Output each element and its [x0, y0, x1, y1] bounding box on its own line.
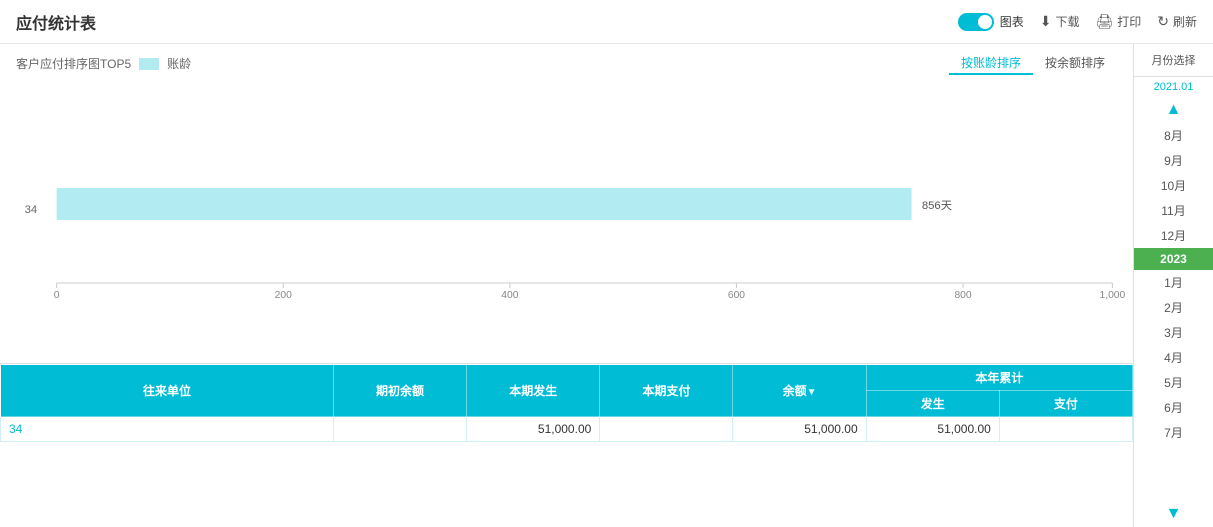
month-item-5[interactable]: 5月 [1134, 370, 1213, 395]
col-ytd-group: 本年累计 [866, 365, 1132, 391]
print-label: 打印 [1117, 13, 1141, 30]
sidebar-current-date: 2021.01 [1134, 77, 1213, 97]
chart-toggle-wrap[interactable]: 图表 [958, 13, 1024, 31]
svg-text:856天: 856天 [922, 200, 952, 212]
current-occurrence-cell: 51,000.00 [467, 417, 600, 442]
sidebar-header-label: 月份选择 [1134, 44, 1213, 77]
col-unit: 往来单位 [1, 365, 334, 417]
month-item-3[interactable]: 3月 [1134, 320, 1213, 345]
refresh-icon: ↻ [1157, 13, 1169, 30]
svg-text:34: 34 [25, 204, 38, 216]
unit-link[interactable]: 34 [9, 422, 22, 436]
month-item-7[interactable]: 7月 [1134, 420, 1213, 445]
ytd-occurrence-cell: 51,000.00 [866, 417, 999, 442]
sidebar-month-list: 8月 9月 10月 11月 12月 2023 1月 2月 3月 4月 5月 6月… [1134, 123, 1213, 501]
col-current-payment: 本期支付 [600, 365, 733, 417]
month-item-9[interactable]: 9月 [1134, 148, 1213, 173]
print-button[interactable]: 🖨 打印 [1095, 13, 1141, 30]
col-current-occurrence: 本期发生 [467, 365, 600, 417]
month-item-10[interactable]: 10月 [1134, 173, 1213, 198]
table-row: 34 51,000.00 51,000.00 51,000.00 [1, 417, 1133, 442]
month-item-12[interactable]: 12月 [1134, 223, 1213, 248]
sidebar-down-button[interactable]: ▼ [1134, 501, 1213, 527]
svg-text:800: 800 [954, 290, 972, 301]
month-item-1[interactable]: 1月 [1134, 270, 1213, 295]
svg-text:600: 600 [728, 290, 746, 301]
col-opening-balance: 期初余额 [333, 365, 466, 417]
month-item-6[interactable]: 6月 [1134, 395, 1213, 420]
data-table: 往来单位 期初余额 本期发生 本期支付 [0, 363, 1133, 442]
chart-toggle[interactable] [958, 13, 994, 31]
sidebar-up-button[interactable]: ▲ [1134, 97, 1213, 123]
ytd-payment-cell [999, 417, 1132, 442]
balance-cell: 51,000.00 [733, 417, 866, 442]
svg-text:1,000: 1,000 [1100, 290, 1126, 301]
legend-box [139, 58, 159, 70]
col-balance: 余额▼ [733, 365, 866, 417]
legend-box-label: 账龄 [167, 55, 191, 72]
chart-toggle-label: 图表 [1000, 13, 1024, 30]
svg-text:200: 200 [275, 290, 293, 301]
month-item-11[interactable]: 11月 [1134, 198, 1213, 223]
month-item-8[interactable]: 8月 [1134, 123, 1213, 148]
sort-by-balance-button[interactable]: 按余额排序 [1033, 52, 1117, 75]
month-item-4[interactable]: 4月 [1134, 345, 1213, 370]
chart-legend: 客户应付排序图TOP5 账龄 [16, 55, 191, 72]
col-ytd-payment: 支付 [999, 391, 1132, 417]
print-icon: 🖨 [1095, 13, 1113, 30]
opening-balance-cell [333, 417, 466, 442]
chart-header: 客户应付排序图TOP5 账龄 按账龄排序 按余额排序 [0, 44, 1133, 83]
sort-buttons: 按账龄排序 按余额排序 [949, 52, 1117, 75]
month-sidebar: 月份选择 2021.01 ▲ 8月 9月 10月 11月 12月 2023 1月… [1133, 44, 1213, 527]
svg-text:400: 400 [501, 290, 519, 301]
download-label: 下载 [1055, 13, 1079, 30]
col-ytd-occurrence: 发生 [866, 391, 999, 417]
refresh-button[interactable]: ↻ 刷新 [1157, 13, 1197, 30]
chart-container: 34 856天 0 200 400 600 800 [0, 83, 1133, 363]
download-icon: ⬇ [1040, 13, 1052, 30]
sort-by-amount-button[interactable]: 按账龄排序 [949, 52, 1033, 75]
bar-rect [57, 188, 912, 220]
bar-chart: 34 856天 0 200 400 600 800 [0, 83, 1133, 343]
svg-text:0: 0 [54, 290, 60, 301]
download-button[interactable]: ⬇ 下载 [1040, 13, 1080, 30]
page-title: 应付统计表 [16, 10, 96, 34]
year-marker-2023[interactable]: 2023 [1134, 248, 1213, 270]
header-actions: 图表 ⬇ 下载 🖨 打印 ↻ 刷新 [958, 13, 1197, 31]
legend-text: 客户应付排序图TOP5 [16, 55, 131, 72]
refresh-label: 刷新 [1173, 13, 1197, 30]
month-item-2[interactable]: 2月 [1134, 295, 1213, 320]
current-payment-cell [600, 417, 733, 442]
